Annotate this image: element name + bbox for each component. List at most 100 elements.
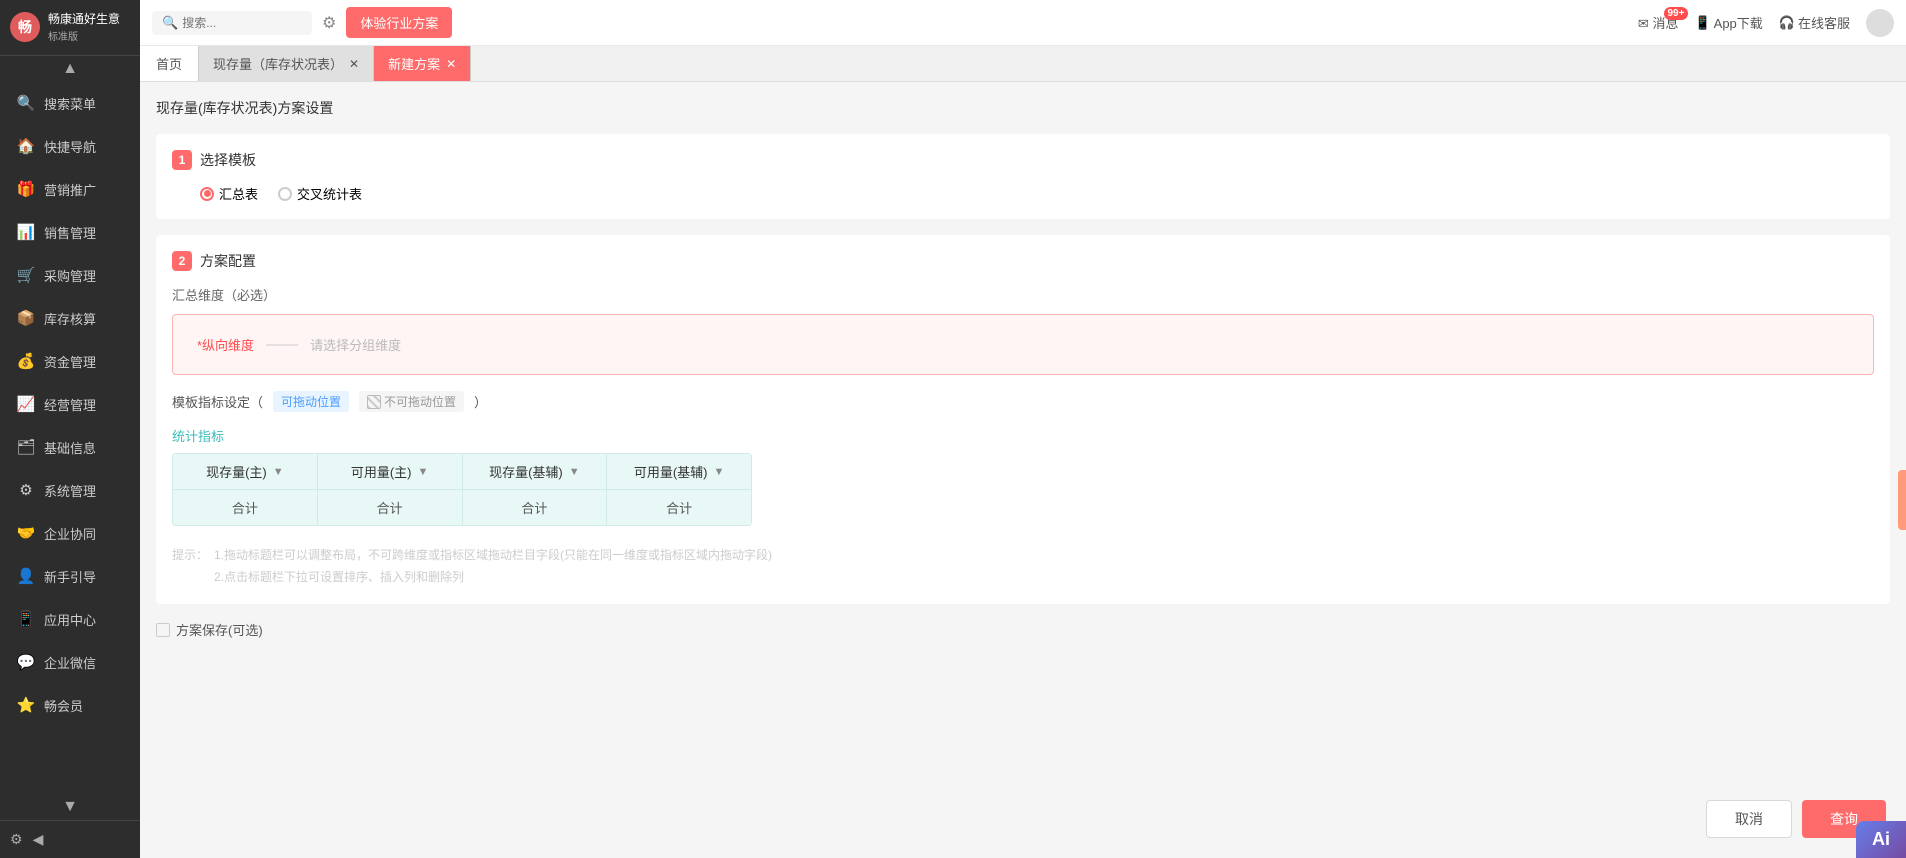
sidebar-item-purchase[interactable]: 🛒 采购管理: [0, 254, 140, 297]
stats-col-1: 可用量(主) ▼ 合计: [318, 454, 463, 525]
sidebar-item-newuser[interactable]: 👤 新手引导: [0, 555, 140, 598]
dropdown-icon-3[interactable]: ▼: [714, 466, 725, 478]
stats-table-header: 现存量(主) ▼ 合计 可用量(主) ▼ 合计: [173, 454, 751, 525]
tab-inventory-status[interactable]: 现存量（库存状况表） ✕: [199, 46, 374, 81]
sidebar-item-finance[interactable]: 💰 资金管理: [0, 340, 140, 383]
sidebar-item-label: 畅会员: [44, 696, 83, 715]
sidebar-item-label: 企业微信: [44, 653, 96, 672]
sidebar-item-wechat[interactable]: 💬 企业微信: [0, 641, 140, 684]
stats-col-name-0: 现存量(主): [206, 462, 267, 481]
sidebar-item-marketing[interactable]: 🎁 营销推广: [0, 168, 140, 211]
search-icon: 🔍: [162, 15, 178, 31]
user-avatar[interactable]: [1866, 9, 1894, 37]
search-input[interactable]: [182, 16, 292, 30]
sidebar-collapse-btn[interactable]: ◀: [33, 831, 44, 848]
hatch-icon: [367, 395, 381, 409]
radio-cross-label: 交叉统计表: [297, 184, 362, 203]
save-option-label: 方案保存(可选): [176, 620, 263, 639]
drag-badge: 可拖动位置: [273, 391, 349, 412]
sidebar-item-search[interactable]: 🔍 搜索菜单: [0, 82, 140, 125]
folder-icon: 🗂: [16, 438, 36, 456]
sidebar-item-inventory[interactable]: 📦 库存核算: [0, 297, 140, 340]
sidebar-item-label: 系统管理: [44, 481, 96, 500]
sidebar-item-sales[interactable]: 📊 销售管理: [0, 211, 140, 254]
cancel-button[interactable]: 取消: [1706, 800, 1792, 838]
box-icon: 📦: [16, 309, 36, 327]
hint-0: 提示： 1.拖动标题栏可以调整布局，不可跨维度或指标区域拖动栏目字段(只能在同一…: [172, 545, 1874, 567]
chat-icon: 💬: [16, 653, 36, 671]
section2-card: 2 方案配置 汇总维度（必选） *纵向维度 —— 请选择分组维度 模板指标设定（…: [156, 235, 1890, 604]
sidebar-nav: 🔍 搜索菜单 🏠 快捷导航 🎁 营销推广 📊 销售管理 🛒 采购管理 📦 库存核…: [0, 82, 140, 794]
trial-btn[interactable]: 体验行业方案: [346, 7, 452, 38]
sidebar-item-label: 企业协同: [44, 524, 96, 543]
sidebar: 畅 畅康通好生意 标准版 ▲ 🔍 搜索菜单 🏠 快捷导航 🎁 营销推广 📊 销售…: [0, 0, 140, 858]
sidebar-settings-btn[interactable]: ⚙: [10, 831, 23, 848]
sidebar-scroll-down[interactable]: ▼: [0, 794, 140, 820]
sub-label-dimension: 汇总维度（必选）: [172, 285, 1874, 304]
money-icon: 💰: [16, 352, 36, 370]
stats-col-2: 现存量(基辅) ▼ 合计: [463, 454, 608, 525]
stats-col-header-0: 现存量(主) ▼: [173, 454, 317, 490]
stats-col-name-2: 现存量(基辅): [489, 462, 563, 481]
search-box[interactable]: 🔍: [152, 11, 312, 35]
sidebar-item-label: 经营管理: [44, 395, 96, 414]
logo-icon: 畅: [10, 12, 40, 42]
sidebar-item-basic[interactable]: 🗂 基础信息: [0, 426, 140, 469]
sidebar-item-cooperation[interactable]: 🤝 企业协同: [0, 512, 140, 555]
side-panel-toggle[interactable]: [1898, 470, 1906, 530]
sidebar-item-operations[interactable]: 📈 经营管理: [0, 383, 140, 426]
page-title: 现存量(库存状况表)方案设置: [156, 98, 1890, 118]
stats-col-header-3: 可用量(基辅) ▼: [607, 454, 751, 490]
dropdown-icon-0[interactable]: ▼: [273, 466, 284, 478]
gift-icon: 🎁: [16, 180, 36, 198]
sidebar-item-label: 资金管理: [44, 352, 96, 371]
app-download-btn[interactable]: 📱 App下载: [1694, 13, 1762, 32]
stats-col-body-3: 合计: [607, 490, 751, 525]
dimension-row: *纵向维度 —— 请选择分组维度: [197, 335, 1849, 354]
sidebar-item-system[interactable]: ⚙ 系统管理: [0, 469, 140, 512]
home-icon: 🏠: [16, 137, 36, 155]
stats-label: 统计指标: [172, 426, 1874, 445]
sidebar-item-label: 销售管理: [44, 223, 96, 242]
sidebar-item-label: 基础信息: [44, 438, 96, 457]
ai-badge[interactable]: Ai: [1856, 821, 1906, 858]
section1-title: 选择模板: [200, 150, 256, 170]
tabs-bar: 首页 现存量（库存状况表） ✕ 新建方案 ✕: [140, 46, 1906, 82]
customer-service-btn[interactable]: 🎧 在线客服: [1779, 13, 1850, 32]
dimension-placeholder: 请选择分组维度: [310, 335, 401, 354]
indicator-setting-suffix: ）: [474, 392, 487, 411]
sidebar-scroll-up[interactable]: ▲: [0, 56, 140, 82]
section1-header: 1 选择模板: [172, 150, 1874, 170]
radio-summary-indicator: [200, 187, 214, 201]
tab-inventory-close[interactable]: ✕: [349, 57, 359, 71]
app-name: 畅康通好生意: [48, 12, 120, 28]
star-icon: ⭐: [16, 696, 36, 714]
sidebar-item-nav[interactable]: 🏠 快捷导航: [0, 125, 140, 168]
tab-new-plan[interactable]: 新建方案 ✕: [374, 46, 471, 81]
radio-cross[interactable]: 交叉统计表: [278, 184, 362, 203]
dropdown-icon-1[interactable]: ▼: [418, 466, 429, 478]
dimension-area[interactable]: *纵向维度 —— 请选择分组维度: [172, 314, 1874, 375]
tab-home[interactable]: 首页: [140, 46, 199, 81]
chart-icon: 📊: [16, 223, 36, 241]
search-icon: 🔍: [16, 94, 36, 112]
radio-summary[interactable]: 汇总表: [200, 184, 258, 203]
save-checkbox[interactable]: [156, 623, 170, 637]
messages-count: 99+: [1664, 7, 1689, 20]
sidebar-item-label: 应用中心: [44, 610, 96, 629]
save-option[interactable]: 方案保存(可选): [156, 620, 1890, 639]
sidebar-item-member[interactable]: ⭐ 畅会员: [0, 684, 140, 727]
indicator-setting-prefix: 模板指标设定（: [172, 392, 263, 411]
settings-icon[interactable]: ⚙: [322, 13, 336, 33]
download-icon: 📱: [1694, 15, 1710, 31]
app-edition: 标准版: [48, 28, 120, 43]
dropdown-icon-2[interactable]: ▼: [569, 466, 580, 478]
stats-col-header-1: 可用量(主) ▼: [318, 454, 462, 490]
sidebar-item-appstore[interactable]: 📱 应用中心: [0, 598, 140, 641]
dimension-required-label: *纵向维度: [197, 335, 254, 354]
stats-col-body-2: 合计: [463, 490, 607, 525]
sidebar-item-label: 新手引导: [44, 567, 96, 586]
messages-badge-wrap[interactable]: ✉ 消息 99+: [1638, 13, 1679, 32]
sidebar-bottom: ⚙ ◀: [0, 820, 140, 858]
tab-new-plan-close[interactable]: ✕: [446, 57, 456, 71]
